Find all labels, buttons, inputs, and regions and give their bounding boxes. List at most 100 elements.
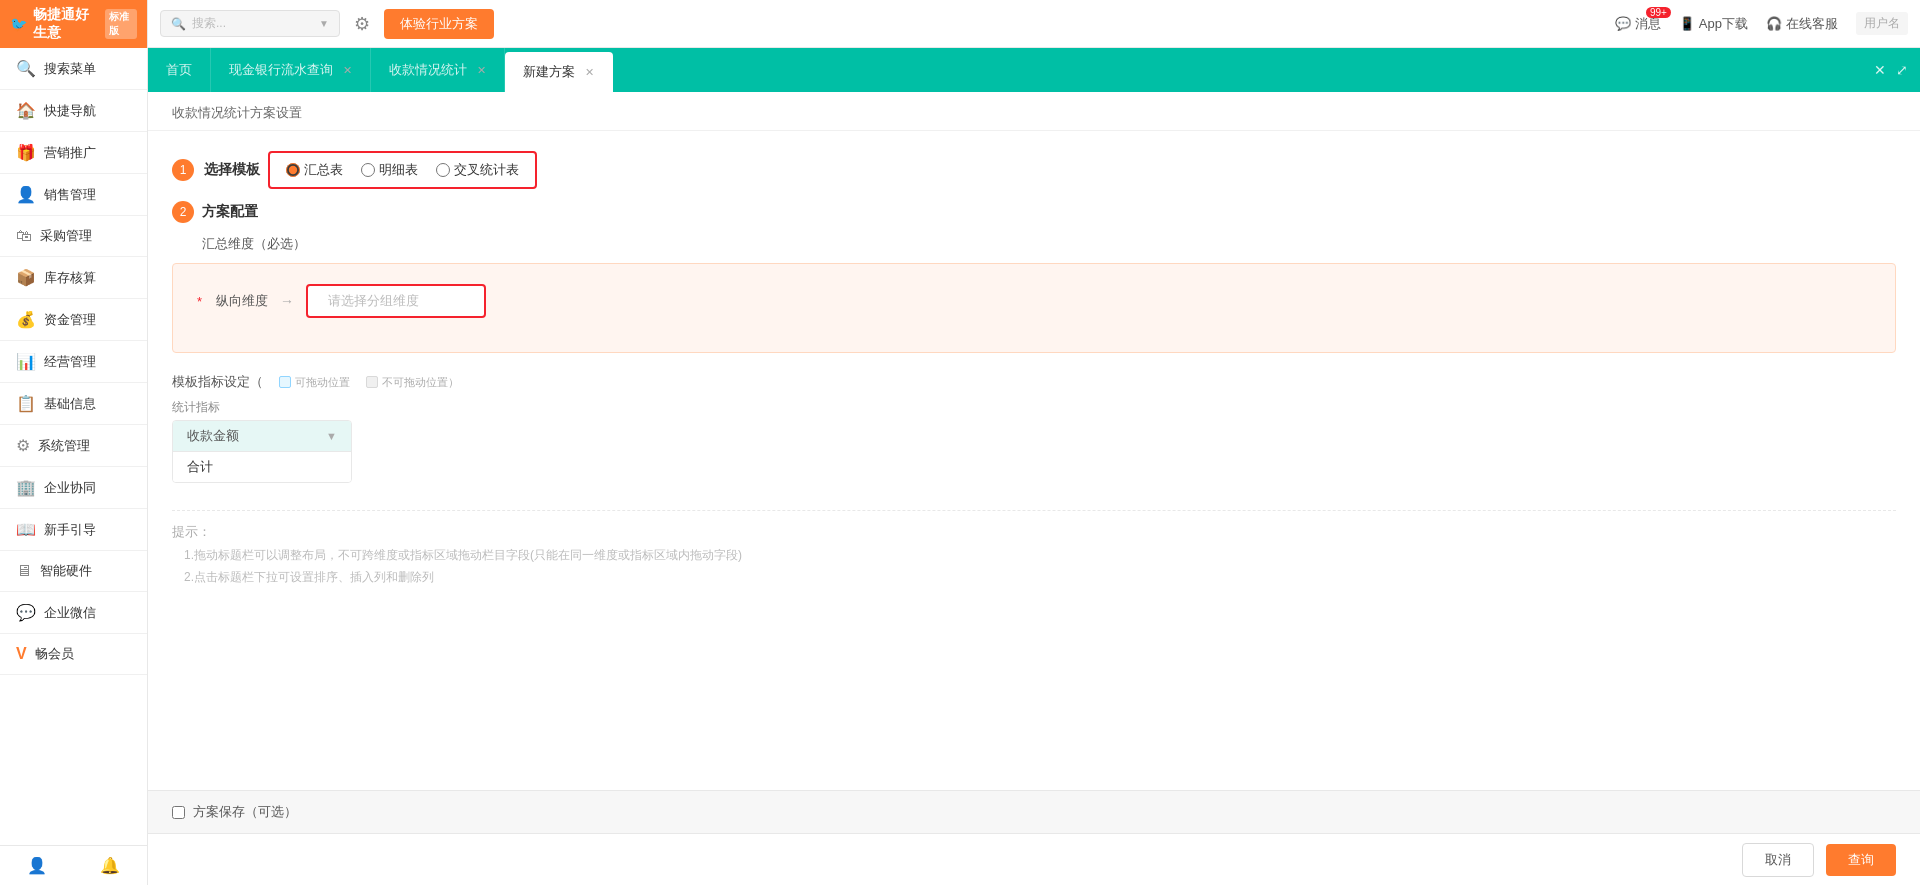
message-item[interactable]: 💬 消息 99+	[1615, 15, 1661, 33]
sidebar-item-member[interactable]: V 畅会员	[0, 634, 147, 675]
tips-section: 提示： 1.拖动标题栏可以调整布局，不可跨维度或指标区域拖动栏目字段(只能在同一…	[172, 510, 1896, 598]
step1-label: 选择模板	[204, 161, 260, 179]
radio-summary-input[interactable]	[286, 163, 300, 177]
cancel-button[interactable]: 取消	[1742, 843, 1814, 877]
dimension-arrow: →	[280, 293, 294, 309]
tab-expand-icon[interactable]: ⤢	[1896, 62, 1908, 78]
sidebar-item-label: 企业协同	[44, 479, 96, 497]
radio-summary-label: 汇总表	[304, 161, 343, 179]
dimension-select[interactable]: 请选择分组维度	[306, 284, 486, 318]
sidebar-item-inventory[interactable]: 📦 库存核算	[0, 257, 147, 299]
indicator-section-label: 模板指标设定（	[172, 373, 263, 391]
step2-num: 2	[172, 201, 194, 223]
hardware-icon: 🖥	[16, 562, 32, 580]
tab-bank-flow-close[interactable]: ✕	[343, 64, 352, 77]
movable-label: 可拖动位置	[295, 375, 350, 390]
inventory-icon: 📦	[16, 268, 36, 287]
stat-col-header: 收款金额	[187, 427, 239, 445]
sidebar-item-label: 资金管理	[44, 311, 96, 329]
sidebar-item-system[interactable]: ⚙ 系统管理	[0, 425, 147, 467]
sidebar-item-guide[interactable]: 📖 新手引导	[0, 509, 147, 551]
sidebar-bottom-icon2[interactable]: 🔔	[100, 856, 120, 875]
sidebar-item-quick-nav[interactable]: 🏠 快捷导航	[0, 90, 147, 132]
app-download-item[interactable]: 📱 App下载	[1679, 15, 1748, 33]
content-area: 收款情况统计方案设置 1 选择模板 汇总表	[148, 92, 1920, 833]
tips-item-2: 2.点击标题栏下拉可设置排序、插入列和删除列	[184, 567, 1896, 589]
footer-bar: 取消 查询	[148, 833, 1920, 885]
sidebar-item-wechat[interactable]: 💬 企业微信	[0, 592, 147, 634]
header-search-box[interactable]: 🔍 搜索... ▼	[160, 10, 340, 37]
logo-icon: 🐦	[10, 16, 27, 32]
tab-bank-flow[interactable]: 现金银行流水查询 ✕	[211, 48, 371, 92]
radio-cross-input[interactable]	[436, 163, 450, 177]
sidebar-item-label: 企业微信	[44, 604, 96, 622]
sidebar-item-finance[interactable]: 💰 资金管理	[0, 299, 147, 341]
sales-icon: 👤	[16, 185, 36, 204]
radio-detail-input[interactable]	[361, 163, 375, 177]
sidebar-bottom-icon1[interactable]: 👤	[27, 856, 47, 875]
gear-icon[interactable]: ⚙	[354, 13, 370, 35]
service-icon: 🎧	[1766, 16, 1782, 31]
tab-bar-right: ✕ ⤢	[1862, 48, 1920, 92]
sidebar-item-operation[interactable]: 📊 经营管理	[0, 341, 147, 383]
trial-btn[interactable]: 体验行业方案	[384, 9, 494, 39]
stat-col-row: 合计	[187, 459, 213, 474]
tab-new-plan[interactable]: 新建方案 ✕	[505, 52, 613, 92]
radio-detail[interactable]: 明细表	[361, 161, 418, 179]
tips-title: 提示：	[172, 523, 1896, 541]
tab-close-all-icon[interactable]: ✕	[1874, 62, 1886, 78]
save-checkbox[interactable]	[172, 806, 185, 819]
tab-new-plan-label: 新建方案	[523, 63, 575, 81]
user-name[interactable]: 用户名	[1856, 12, 1908, 35]
sidebar-item-label: 库存核算	[44, 269, 96, 287]
dimension-label-text: 汇总维度（必选）	[202, 236, 306, 251]
query-button[interactable]: 查询	[1826, 844, 1896, 876]
save-label: 方案保存（可选）	[193, 803, 297, 821]
indicator-chevron-icon[interactable]: ▼	[326, 430, 337, 442]
tab-receipt-stat-close[interactable]: ✕	[477, 64, 486, 77]
sidebar-item-label: 新手引导	[44, 521, 96, 539]
indicator-label-row: 模板指标设定（ 可拖动位置 不可拖动位置）	[172, 373, 1896, 391]
tab-bar: 首页 现金银行流水查询 ✕ 收款情况统计 ✕ 新建方案 ✕ ✕ ⤢	[148, 48, 1920, 92]
radio-cross-label: 交叉统计表	[454, 161, 519, 179]
form-content: 1 选择模板 汇总表 明细表	[148, 131, 1920, 790]
sidebar-item-label: 系统管理	[38, 437, 90, 455]
save-section: 方案保存（可选）	[148, 790, 1920, 833]
vertical-label: 纵向维度	[216, 292, 268, 310]
sidebar-item-hardware[interactable]: 🖥 智能硬件	[0, 551, 147, 592]
tab-bank-flow-label: 现金银行流水查询	[229, 61, 333, 79]
stat-col: 统计指标 收款金额 ▼ 合计	[172, 399, 352, 486]
sidebar-item-label: 经营管理	[44, 353, 96, 371]
fixed-tag: 不可拖动位置）	[366, 375, 459, 390]
sidebar-item-search-menu[interactable]: 🔍 搜索菜单	[0, 48, 147, 90]
sidebar-item-label: 搜索菜单	[44, 60, 96, 78]
tab-new-plan-close[interactable]: ✕	[585, 66, 594, 79]
radio-cross[interactable]: 交叉统计表	[436, 161, 519, 179]
radio-summary[interactable]: 汇总表	[286, 161, 343, 179]
tab-home[interactable]: 首页	[148, 48, 211, 92]
step2-section: 2 方案配置 汇总维度（必选） * 纵向维度 → 请选择分组维度	[172, 201, 1896, 598]
step2-label: 方案配置	[202, 203, 258, 221]
sidebar-item-basic-info[interactable]: 📋 基础信息	[0, 383, 147, 425]
tab-receipt-stat[interactable]: 收款情况统计 ✕	[371, 48, 505, 92]
indicator-table-row: 合计	[173, 452, 351, 482]
radio-detail-label: 明细表	[379, 161, 418, 179]
sidebar-item-purchase[interactable]: 🛍 采购管理	[0, 216, 147, 257]
app-download-label: App下载	[1699, 15, 1748, 33]
sidebar-item-marketing[interactable]: 🎁 营销推广	[0, 132, 147, 174]
sidebar-bottom: 👤 🔔	[0, 845, 147, 885]
enterprise-icon: 🏢	[16, 478, 36, 497]
sidebar-item-sales[interactable]: 👤 销售管理	[0, 174, 147, 216]
top-header: 🔍 搜索... ▼ ⚙ 体验行业方案 💬 消息 99+ 📱 App下载 🎧 在线…	[148, 0, 1920, 48]
template-row: 汇总表 明细表 交叉统计表	[268, 151, 537, 189]
operation-icon: 📊	[16, 352, 36, 371]
movable-dot	[279, 376, 291, 388]
sidebar-item-label: 采购管理	[40, 227, 92, 245]
finance-icon: 💰	[16, 310, 36, 329]
quick-nav-icon: 🏠	[16, 101, 36, 120]
member-icon: V	[16, 645, 27, 663]
search-dropdown-icon[interactable]: ▼	[319, 18, 329, 29]
online-service-item[interactable]: 🎧 在线客服	[1766, 15, 1838, 33]
sidebar-item-label: 基础信息	[44, 395, 96, 413]
sidebar-item-enterprise[interactable]: 🏢 企业协同	[0, 467, 147, 509]
